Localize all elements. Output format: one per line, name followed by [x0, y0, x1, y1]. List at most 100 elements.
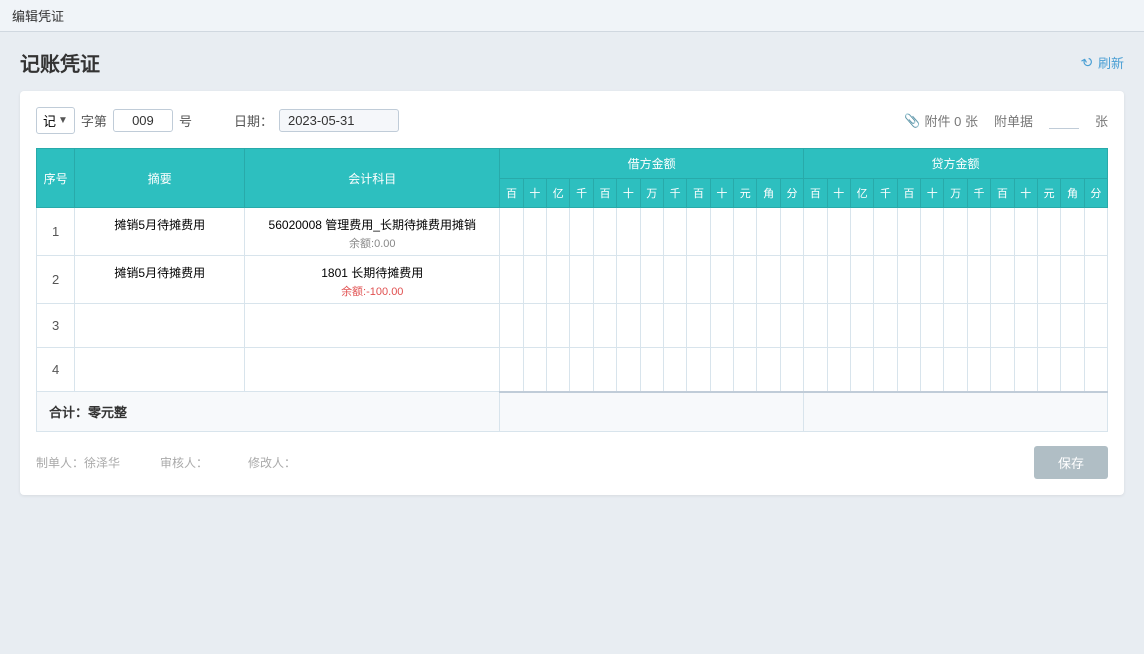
- credit-amount-cell[interactable]: [1084, 348, 1107, 392]
- credit-amount-cell[interactable]: [804, 208, 827, 256]
- debit-amount-cell[interactable]: [593, 208, 616, 256]
- debit-amount-cell[interactable]: [593, 304, 616, 348]
- debit-amount-cell[interactable]: [570, 208, 593, 256]
- credit-amount-cell[interactable]: [1061, 256, 1084, 304]
- debit-amount-cell[interactable]: [500, 256, 523, 304]
- debit-amount-cell[interactable]: [687, 256, 710, 304]
- debit-amount-cell[interactable]: [710, 208, 733, 256]
- debit-amount-cell[interactable]: [687, 208, 710, 256]
- credit-amount-cell[interactable]: [944, 348, 967, 392]
- debit-amount-cell[interactable]: [617, 348, 640, 392]
- credit-amount-cell[interactable]: [804, 256, 827, 304]
- account-cell[interactable]: 1801 长期待摊费用余额:-100.00: [245, 256, 500, 304]
- credit-amount-cell[interactable]: [967, 304, 990, 348]
- credit-amount-cell[interactable]: [921, 304, 944, 348]
- credit-amount-cell[interactable]: [944, 304, 967, 348]
- credit-amount-cell[interactable]: [1037, 348, 1060, 392]
- credit-amount-cell[interactable]: [921, 256, 944, 304]
- debit-amount-cell[interactable]: [547, 348, 570, 392]
- debit-amount-cell[interactable]: [757, 256, 780, 304]
- credit-amount-cell[interactable]: [874, 256, 897, 304]
- credit-amount-cell[interactable]: [1037, 304, 1060, 348]
- debit-amount-cell[interactable]: [570, 304, 593, 348]
- credit-amount-cell[interactable]: [1014, 208, 1037, 256]
- credit-amount-cell[interactable]: [897, 208, 920, 256]
- credit-amount-cell[interactable]: [967, 348, 990, 392]
- credit-amount-cell[interactable]: [1014, 304, 1037, 348]
- credit-amount-cell[interactable]: [1061, 208, 1084, 256]
- date-input[interactable]: [279, 109, 399, 132]
- debit-amount-cell[interactable]: [547, 304, 570, 348]
- credit-amount-cell[interactable]: [1037, 208, 1060, 256]
- debit-amount-cell[interactable]: [640, 256, 663, 304]
- debit-amount-cell[interactable]: [780, 348, 803, 392]
- credit-amount-cell[interactable]: [1061, 304, 1084, 348]
- credit-amount-cell[interactable]: [991, 256, 1014, 304]
- credit-amount-cell[interactable]: [967, 208, 990, 256]
- debit-amount-cell[interactable]: [617, 304, 640, 348]
- account-cell[interactable]: [245, 348, 500, 392]
- debit-amount-cell[interactable]: [663, 256, 686, 304]
- debit-amount-cell[interactable]: [734, 348, 757, 392]
- credit-amount-cell[interactable]: [1014, 348, 1037, 392]
- debit-amount-cell[interactable]: [640, 304, 663, 348]
- credit-amount-cell[interactable]: [991, 348, 1014, 392]
- debit-amount-cell[interactable]: [734, 256, 757, 304]
- attachment-link[interactable]: 📎 附件 0 张: [904, 111, 978, 130]
- debit-amount-cell[interactable]: [617, 256, 640, 304]
- debit-amount-cell[interactable]: [734, 208, 757, 256]
- credit-amount-cell[interactable]: [1014, 256, 1037, 304]
- debit-amount-cell[interactable]: [593, 256, 616, 304]
- debit-amount-cell[interactable]: [547, 256, 570, 304]
- debit-amount-cell[interactable]: [570, 256, 593, 304]
- voucher-num-input[interactable]: [113, 109, 173, 132]
- debit-amount-cell[interactable]: [523, 304, 546, 348]
- debit-amount-cell[interactable]: [780, 304, 803, 348]
- debit-amount-cell[interactable]: [663, 304, 686, 348]
- credit-amount-cell[interactable]: [874, 348, 897, 392]
- debit-amount-cell[interactable]: [663, 348, 686, 392]
- credit-amount-cell[interactable]: [804, 304, 827, 348]
- summary-cell[interactable]: [75, 304, 245, 348]
- credit-amount-cell[interactable]: [874, 304, 897, 348]
- credit-amount-cell[interactable]: [1084, 208, 1107, 256]
- debit-amount-cell[interactable]: [617, 208, 640, 256]
- credit-amount-cell[interactable]: [897, 348, 920, 392]
- zhang-input[interactable]: [1049, 113, 1079, 129]
- credit-amount-cell[interactable]: [944, 208, 967, 256]
- credit-amount-cell[interactable]: [827, 208, 850, 256]
- debit-amount-cell[interactable]: [500, 208, 523, 256]
- debit-amount-cell[interactable]: [687, 304, 710, 348]
- voucher-type-select[interactable]: 记 ▼: [36, 107, 75, 134]
- credit-amount-cell[interactable]: [850, 304, 873, 348]
- credit-amount-cell[interactable]: [1061, 348, 1084, 392]
- debit-amount-cell[interactable]: [593, 348, 616, 392]
- debit-amount-cell[interactable]: [757, 208, 780, 256]
- credit-amount-cell[interactable]: [991, 304, 1014, 348]
- credit-amount-cell[interactable]: [1084, 304, 1107, 348]
- debit-amount-cell[interactable]: [687, 348, 710, 392]
- credit-amount-cell[interactable]: [827, 256, 850, 304]
- credit-amount-cell[interactable]: [804, 348, 827, 392]
- debit-amount-cell[interactable]: [523, 208, 546, 256]
- credit-amount-cell[interactable]: [921, 208, 944, 256]
- credit-amount-cell[interactable]: [874, 208, 897, 256]
- debit-amount-cell[interactable]: [570, 348, 593, 392]
- credit-amount-cell[interactable]: [850, 208, 873, 256]
- debit-amount-cell[interactable]: [710, 348, 733, 392]
- credit-amount-cell[interactable]: [967, 256, 990, 304]
- credit-amount-cell[interactable]: [1037, 256, 1060, 304]
- debit-amount-cell[interactable]: [663, 208, 686, 256]
- credit-amount-cell[interactable]: [827, 348, 850, 392]
- debit-amount-cell[interactable]: [523, 348, 546, 392]
- debit-amount-cell[interactable]: [640, 208, 663, 256]
- credit-amount-cell[interactable]: [944, 256, 967, 304]
- credit-amount-cell[interactable]: [991, 208, 1014, 256]
- debit-amount-cell[interactable]: [710, 256, 733, 304]
- summary-cell[interactable]: [75, 348, 245, 392]
- save-button[interactable]: 保存: [1034, 446, 1108, 479]
- debit-amount-cell[interactable]: [780, 256, 803, 304]
- debit-amount-cell[interactable]: [734, 304, 757, 348]
- debit-amount-cell[interactable]: [710, 304, 733, 348]
- account-cell[interactable]: [245, 304, 500, 348]
